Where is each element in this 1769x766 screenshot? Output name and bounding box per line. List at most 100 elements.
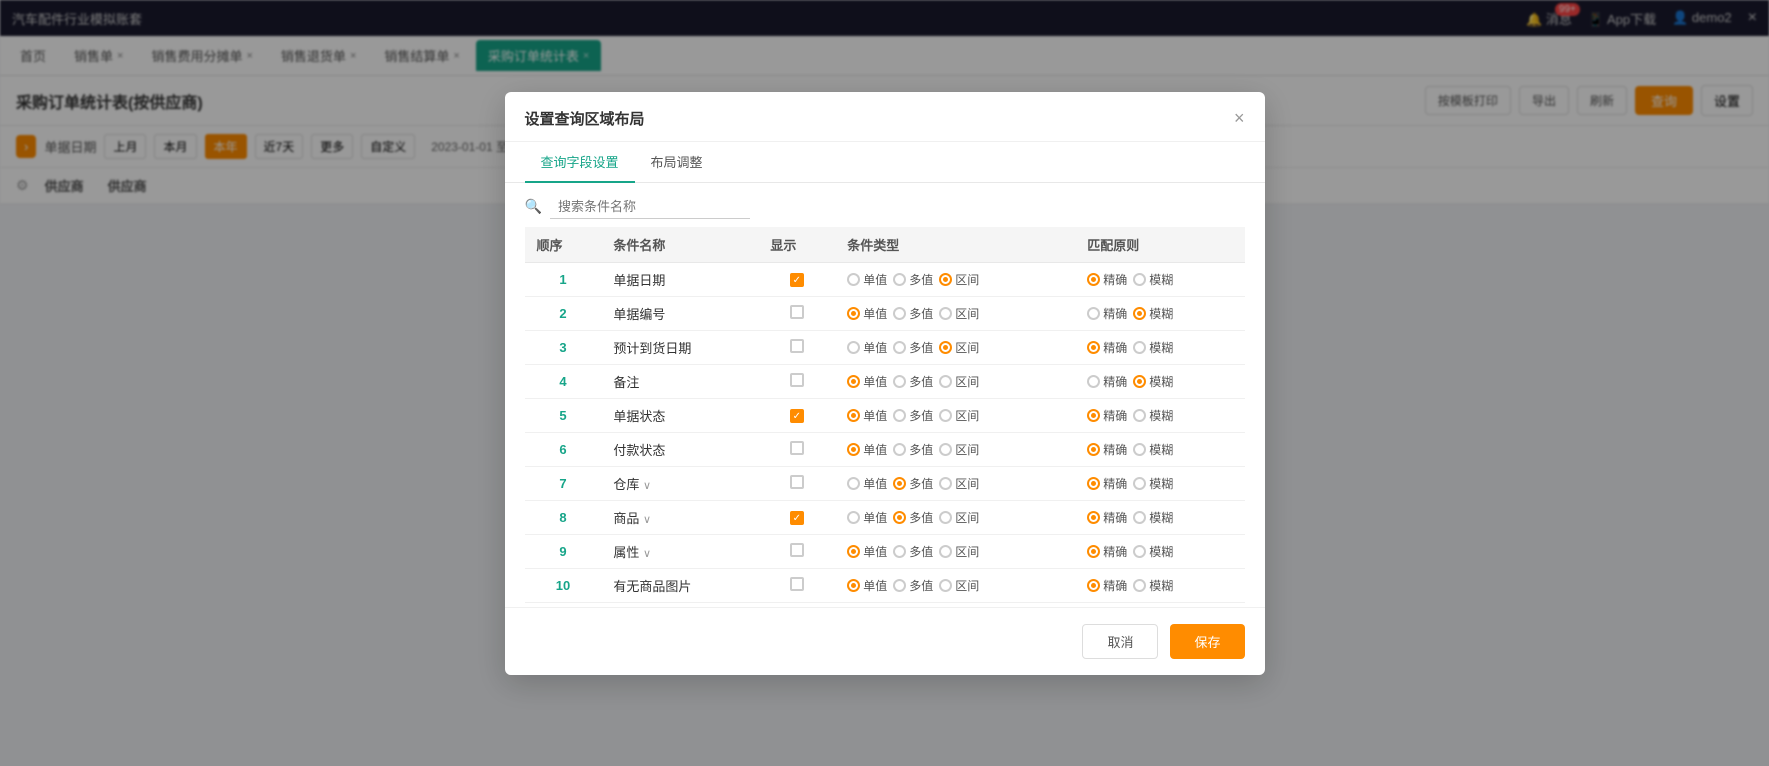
radio-type-单值[interactable]: 单值: [847, 305, 887, 322]
radio-btn-区间[interactable]: [939, 341, 952, 354]
radio-btn-单值[interactable]: [847, 579, 860, 592]
radio-type-单值[interactable]: 单值: [847, 577, 887, 594]
dropdown-arrow-icon[interactable]: ∨: [643, 548, 651, 560]
dialog-close-button[interactable]: ×: [1234, 109, 1245, 127]
radio-btn-单值[interactable]: [847, 443, 860, 456]
radio-btn-区间[interactable]: [939, 307, 952, 320]
display-checkbox[interactable]: [790, 305, 804, 319]
radio-btn-单值[interactable]: [847, 341, 860, 354]
radio-match-btn-模糊[interactable]: [1133, 273, 1146, 286]
radio-type-多值[interactable]: 多值: [893, 271, 933, 288]
radio-btn-区间[interactable]: [939, 273, 952, 286]
radio-match-模糊[interactable]: 模糊: [1133, 577, 1173, 594]
radio-match-精确[interactable]: 精确: [1087, 543, 1127, 560]
radio-type-多值[interactable]: 多值: [893, 373, 933, 390]
radio-type-区间[interactable]: 区间: [939, 373, 979, 390]
search-input[interactable]: [550, 195, 750, 219]
radio-match-模糊[interactable]: 模糊: [1133, 339, 1173, 356]
radio-match-btn-精确[interactable]: [1087, 409, 1100, 422]
display-checkbox[interactable]: ✓: [790, 409, 804, 423]
radio-match-精确[interactable]: 精确: [1087, 577, 1127, 594]
radio-type-单值[interactable]: 单值: [847, 441, 887, 458]
radio-btn-多值[interactable]: [893, 545, 906, 558]
radio-match-btn-精确[interactable]: [1087, 375, 1100, 388]
radio-type-多值[interactable]: 多值: [893, 339, 933, 356]
dropdown-arrow-icon[interactable]: ∨: [643, 514, 651, 526]
radio-type-单值[interactable]: 单值: [847, 543, 887, 560]
display-checkbox[interactable]: ✓: [790, 511, 804, 525]
radio-btn-区间[interactable]: [939, 545, 952, 558]
radio-match-精确[interactable]: 精确: [1087, 373, 1127, 390]
radio-btn-多值[interactable]: [893, 307, 906, 320]
radio-btn-多值[interactable]: [893, 375, 906, 388]
cancel-button[interactable]: 取消: [1082, 624, 1158, 659]
radio-type-单值[interactable]: 单值: [847, 475, 887, 492]
radio-btn-区间[interactable]: [939, 511, 952, 524]
radio-type-区间[interactable]: 区间: [939, 305, 979, 322]
display-checkbox[interactable]: [790, 339, 804, 353]
radio-type-多值[interactable]: 多值: [893, 475, 933, 492]
radio-match-模糊[interactable]: 模糊: [1133, 543, 1173, 560]
radio-btn-区间[interactable]: [939, 579, 952, 592]
radio-btn-区间[interactable]: [939, 409, 952, 422]
radio-match-btn-精确[interactable]: [1087, 443, 1100, 456]
radio-type-单值[interactable]: 单值: [847, 339, 887, 356]
radio-btn-多值[interactable]: [893, 477, 906, 490]
display-checkbox[interactable]: [790, 475, 804, 489]
radio-type-多值[interactable]: 多值: [893, 577, 933, 594]
radio-match-模糊[interactable]: 模糊: [1133, 305, 1173, 322]
radio-btn-多值[interactable]: [893, 341, 906, 354]
radio-btn-单值[interactable]: [847, 307, 860, 320]
radio-match-模糊[interactable]: 模糊: [1133, 475, 1173, 492]
radio-btn-多值[interactable]: [893, 579, 906, 592]
radio-type-多值[interactable]: 多值: [893, 305, 933, 322]
radio-btn-单值[interactable]: [847, 273, 860, 286]
radio-btn-单值[interactable]: [847, 477, 860, 490]
radio-match-btn-精确[interactable]: [1087, 545, 1100, 558]
radio-match-btn-模糊[interactable]: [1133, 443, 1146, 456]
radio-type-区间[interactable]: 区间: [939, 271, 979, 288]
radio-match-btn-模糊[interactable]: [1133, 341, 1146, 354]
radio-match-btn-模糊[interactable]: [1133, 409, 1146, 422]
display-checkbox[interactable]: [790, 373, 804, 387]
radio-btn-多值[interactable]: [893, 443, 906, 456]
radio-btn-单值[interactable]: [847, 409, 860, 422]
dropdown-arrow-icon[interactable]: ∨: [643, 480, 651, 492]
radio-match-精确[interactable]: 精确: [1087, 441, 1127, 458]
radio-btn-区间[interactable]: [939, 443, 952, 456]
radio-match-精确[interactable]: 精确: [1087, 271, 1127, 288]
radio-type-区间[interactable]: 区间: [939, 441, 979, 458]
radio-match-精确[interactable]: 精确: [1087, 305, 1127, 322]
radio-type-多值[interactable]: 多值: [893, 441, 933, 458]
radio-match-模糊[interactable]: 模糊: [1133, 407, 1173, 424]
radio-match-btn-模糊[interactable]: [1133, 375, 1146, 388]
radio-match-btn-模糊[interactable]: [1133, 307, 1146, 320]
radio-type-单值[interactable]: 单值: [847, 407, 887, 424]
save-button[interactable]: 保存: [1170, 624, 1244, 659]
radio-btn-区间[interactable]: [939, 375, 952, 388]
radio-type-区间[interactable]: 区间: [939, 509, 979, 526]
tab-layout-adjust[interactable]: 布局调整: [635, 142, 719, 183]
radio-btn-单值[interactable]: [847, 545, 860, 558]
radio-btn-多值[interactable]: [893, 409, 906, 422]
radio-type-区间[interactable]: 区间: [939, 475, 979, 492]
radio-type-区间[interactable]: 区间: [939, 577, 979, 594]
radio-type-多值[interactable]: 多值: [893, 509, 933, 526]
radio-type-区间[interactable]: 区间: [939, 543, 979, 560]
radio-btn-多值[interactable]: [893, 273, 906, 286]
radio-match-精确[interactable]: 精确: [1087, 407, 1127, 424]
radio-match-btn-模糊[interactable]: [1133, 545, 1146, 558]
display-checkbox[interactable]: ✓: [790, 273, 804, 287]
radio-type-多值[interactable]: 多值: [893, 543, 933, 560]
radio-match-btn-精确[interactable]: [1087, 341, 1100, 354]
radio-btn-单值[interactable]: [847, 511, 860, 524]
radio-match-精确[interactable]: 精确: [1087, 339, 1127, 356]
radio-match-btn-精确[interactable]: [1087, 273, 1100, 286]
radio-match-btn-模糊[interactable]: [1133, 511, 1146, 524]
radio-type-多值[interactable]: 多值: [893, 407, 933, 424]
radio-match-模糊[interactable]: 模糊: [1133, 509, 1173, 526]
radio-match-btn-精确[interactable]: [1087, 477, 1100, 490]
radio-match-btn-模糊[interactable]: [1133, 579, 1146, 592]
radio-match-btn-精确[interactable]: [1087, 307, 1100, 320]
display-checkbox[interactable]: [790, 577, 804, 591]
